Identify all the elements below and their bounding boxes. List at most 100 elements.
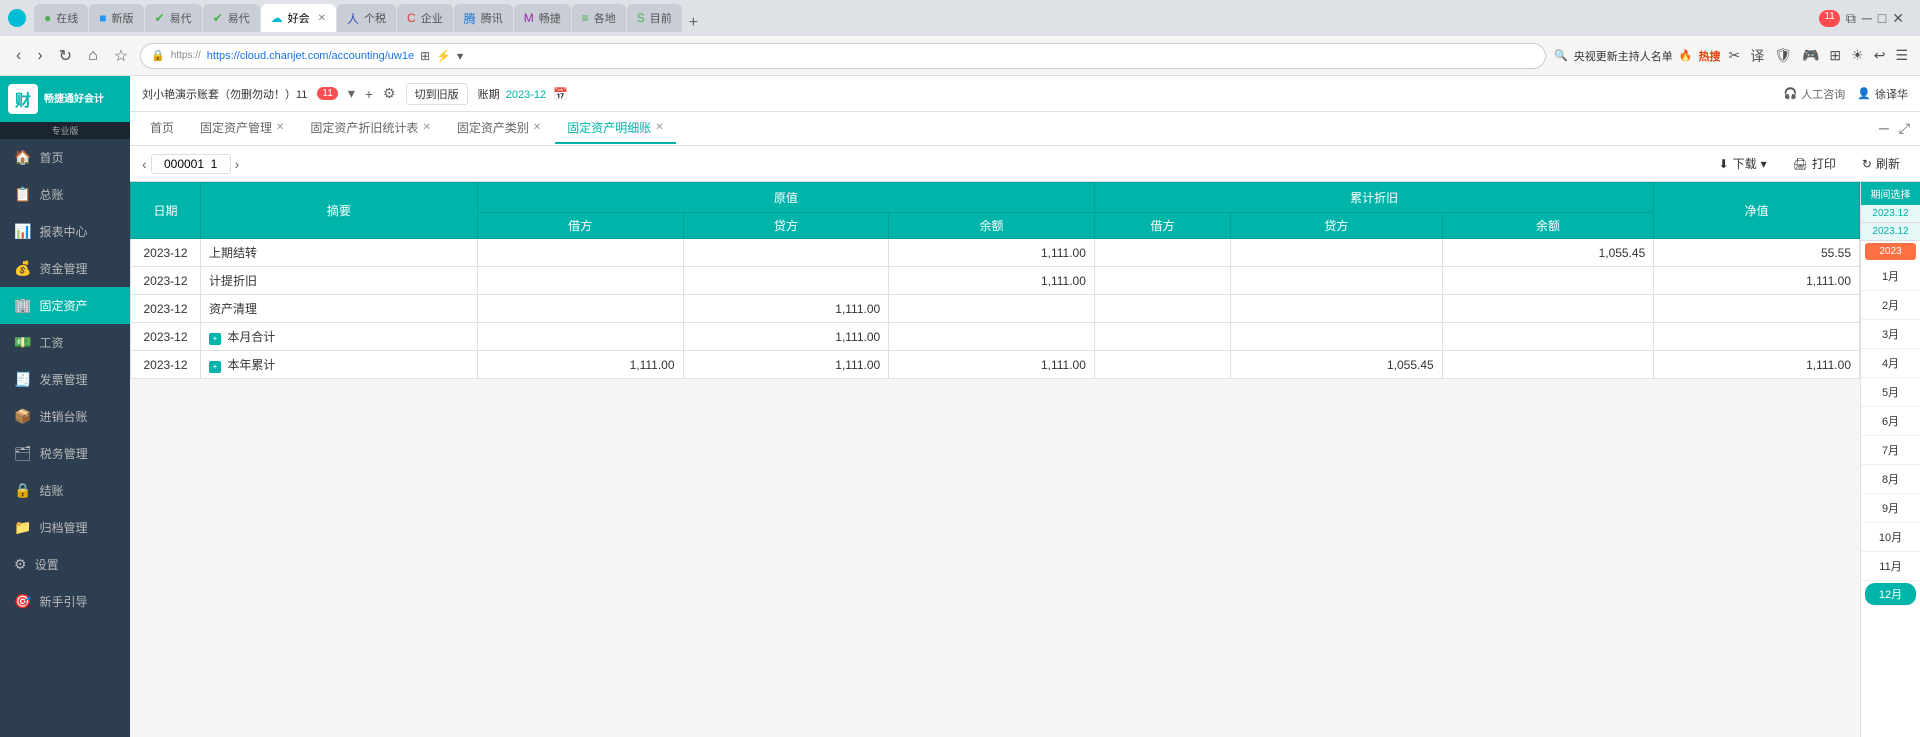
refresh-button[interactable]: ↻ 刷新	[1854, 152, 1908, 175]
tab-depreciation[interactable]: 固定资产折旧统计表 ✕	[298, 113, 442, 144]
download-button[interactable]: ⬇ 下载 ▾	[1711, 152, 1775, 175]
window-maximize[interactable]: □	[1878, 10, 1886, 27]
invoice-icon: 🧾	[14, 371, 31, 388]
browser-tab-yidai2[interactable]: ✔ 易代	[203, 4, 260, 32]
topbar-add[interactable]: +	[365, 86, 373, 102]
browser-tab-haokuai[interactable]: ☁ 好会 ✕	[261, 4, 336, 32]
col-orig-credit: 贷方	[683, 213, 889, 239]
window-close[interactable]: ✕	[1892, 10, 1904, 27]
print-button[interactable]: 🖨 打印	[1785, 152, 1844, 175]
brightness-icon[interactable]: ☀	[1851, 47, 1864, 64]
browser-tab-online[interactable]: ● 在线	[34, 4, 88, 32]
tab-detail[interactable]: 固定资产明细账 ✕	[555, 113, 675, 144]
sidebar-item-guide[interactable]: 🎯 新手引导	[0, 583, 130, 620]
browser-tab-close[interactable]: ✕	[318, 13, 326, 24]
sidebar-item-invoice[interactable]: 🧾 发票管理	[0, 361, 130, 398]
new-tab-button[interactable]: +	[683, 14, 704, 32]
period-month-6[interactable]: 6月	[1861, 407, 1920, 436]
scissors-icon[interactable]: ✂	[1728, 47, 1740, 64]
col-date: 日期	[131, 183, 201, 239]
fixed-assets-icon: 🏢	[14, 297, 31, 314]
topbar-settings[interactable]: ⚙	[383, 85, 396, 102]
browser-tab-tengxun[interactable]: 腾 腾讯	[454, 4, 513, 32]
tab-expand-icon[interactable]: ⤢	[1897, 118, 1912, 139]
dropdown-arrow[interactable]: ▾	[457, 49, 463, 63]
back-button[interactable]: ‹	[12, 45, 25, 67]
period-month-11[interactable]: 11月	[1861, 552, 1920, 581]
sidebar-item-tax[interactable]: 🗂 税务管理	[0, 435, 130, 472]
grid-icon[interactable]: ⊞	[1829, 47, 1841, 64]
game-icon[interactable]: 🎮	[1802, 47, 1819, 64]
cell-orig-credit-2	[683, 267, 889, 295]
period-month-7[interactable]: 7月	[1861, 436, 1920, 465]
lightning-icon[interactable]: ⚡	[436, 49, 451, 63]
sidebar-item-ledger[interactable]: 📋 总账	[0, 176, 130, 213]
qr-icon[interactable]: ⊞	[420, 49, 430, 63]
sidebar-item-inventory[interactable]: 📦 进销台账	[0, 398, 130, 435]
browser-tab-yidai1[interactable]: ✔ 易代	[145, 4, 202, 32]
sidebar-item-fixed-assets[interactable]: 🏢 固定资产	[0, 287, 130, 324]
menu-icon[interactable]: ☰	[1895, 47, 1908, 64]
topbar-user-label: 刘小艳演示账套（勿删勿动！）11	[142, 86, 307, 102]
cell-orig-debit-4	[477, 323, 683, 351]
browser-tab-qiye[interactable]: C 企业	[397, 4, 453, 32]
browser-tab-gedi[interactable]: ≡ 各地	[572, 4, 626, 32]
support-button[interactable]: 🎧 人工咨询	[1784, 86, 1846, 102]
page-input[interactable]	[151, 154, 231, 174]
period-month-2[interactable]: 2月	[1861, 291, 1920, 320]
sidebar-item-payroll[interactable]: 💵 工资	[0, 324, 130, 361]
tab-category[interactable]: 固定资产类别 ✕	[445, 113, 553, 144]
browser-tab-geshui[interactable]: 人 个税	[337, 4, 396, 32]
period-month-1[interactable]: 1月	[1861, 262, 1920, 291]
tab-close-depreciation[interactable]: ✕	[422, 122, 430, 133]
browser-tab-muqian[interactable]: S 目前	[627, 4, 682, 32]
period-month-9[interactable]: 9月	[1861, 494, 1920, 523]
browser-tab-changjie[interactable]: M 畅捷	[514, 4, 571, 32]
undo-icon[interactable]: ↩	[1874, 47, 1886, 64]
tab-minimize-icon[interactable]: ─	[1877, 118, 1891, 139]
period-month-10[interactable]: 10月	[1861, 523, 1920, 552]
home-button[interactable]: ⌂	[84, 45, 102, 67]
tab-close-detail[interactable]: ✕	[655, 122, 663, 133]
window-tile[interactable]: ⧉	[1846, 10, 1856, 27]
tabs-bar: 首页 固定资产管理 ✕ 固定资产折旧统计表 ✕ 固定资产类别 ✕ 固定资产明细账…	[130, 112, 1920, 146]
sidebar-item-closing[interactable]: 🔒 结账	[0, 472, 130, 509]
shield-icon[interactable]: 🛡	[1774, 47, 1792, 64]
period-year[interactable]: 2023	[1865, 243, 1916, 260]
window-minimize[interactable]: ─	[1862, 10, 1872, 27]
forward-button[interactable]: ›	[33, 45, 46, 67]
prev-page-button[interactable]: ‹	[142, 156, 147, 172]
search-icon: 🔍	[1554, 49, 1568, 62]
refresh-icon: ↻	[1862, 157, 1872, 171]
browser-tab-new[interactable]: ■ 新版	[89, 4, 143, 32]
period-month-12[interactable]: 12月	[1865, 583, 1916, 606]
tab-close-mgmt[interactable]: ✕	[276, 122, 284, 133]
topbar-dropdown[interactable]: ▾	[348, 85, 355, 102]
calendar-icon[interactable]: 📅	[553, 87, 568, 101]
period-month-5[interactable]: 5月	[1861, 378, 1920, 407]
sidebar-item-settings[interactable]: ⚙ 设置	[0, 546, 130, 583]
switch-version-button[interactable]: 切到旧版	[406, 83, 468, 105]
sidebar-item-home[interactable]: 🏠 首页	[0, 139, 130, 176]
toolbar-right: ⬇ 下载 ▾ 🖨 打印 ↻ 刷新	[1711, 152, 1908, 175]
next-page-button[interactable]: ›	[235, 156, 240, 172]
period-month-4[interactable]: 4月	[1861, 349, 1920, 378]
cell-summary-4: + 本月合计	[201, 323, 478, 351]
reload-button[interactable]: ↻	[55, 44, 76, 68]
cell-summary-1: 上期结转	[201, 239, 478, 267]
table-row: 2023-12 计提折旧 1,111.00 1,111.00	[131, 267, 1860, 295]
tab-close-category[interactable]: ✕	[533, 122, 541, 133]
address-input[interactable]: 🔒 https:// https://cloud.chanjet.com/acc…	[140, 43, 1546, 69]
tab-fixed-asset-mgmt[interactable]: 固定资产管理 ✕	[188, 113, 296, 144]
tab-home[interactable]: 首页	[138, 113, 186, 144]
user-profile[interactable]: 👤 徐译华	[1857, 86, 1908, 102]
period-month-3[interactable]: 3月	[1861, 320, 1920, 349]
translate-icon[interactable]: 译	[1750, 46, 1764, 66]
period-month-8[interactable]: 8月	[1861, 465, 1920, 494]
bookmark-button[interactable]: ☆	[110, 44, 132, 68]
logo-text: 畅捷通好会计	[44, 93, 104, 106]
sidebar-item-reports[interactable]: 📊 报表中心	[0, 213, 130, 250]
sidebar-item-archive[interactable]: 📁 归档管理	[0, 509, 130, 546]
cell-accum-balance-4	[1442, 323, 1654, 351]
sidebar-item-funds[interactable]: 💰 资金管理	[0, 250, 130, 287]
